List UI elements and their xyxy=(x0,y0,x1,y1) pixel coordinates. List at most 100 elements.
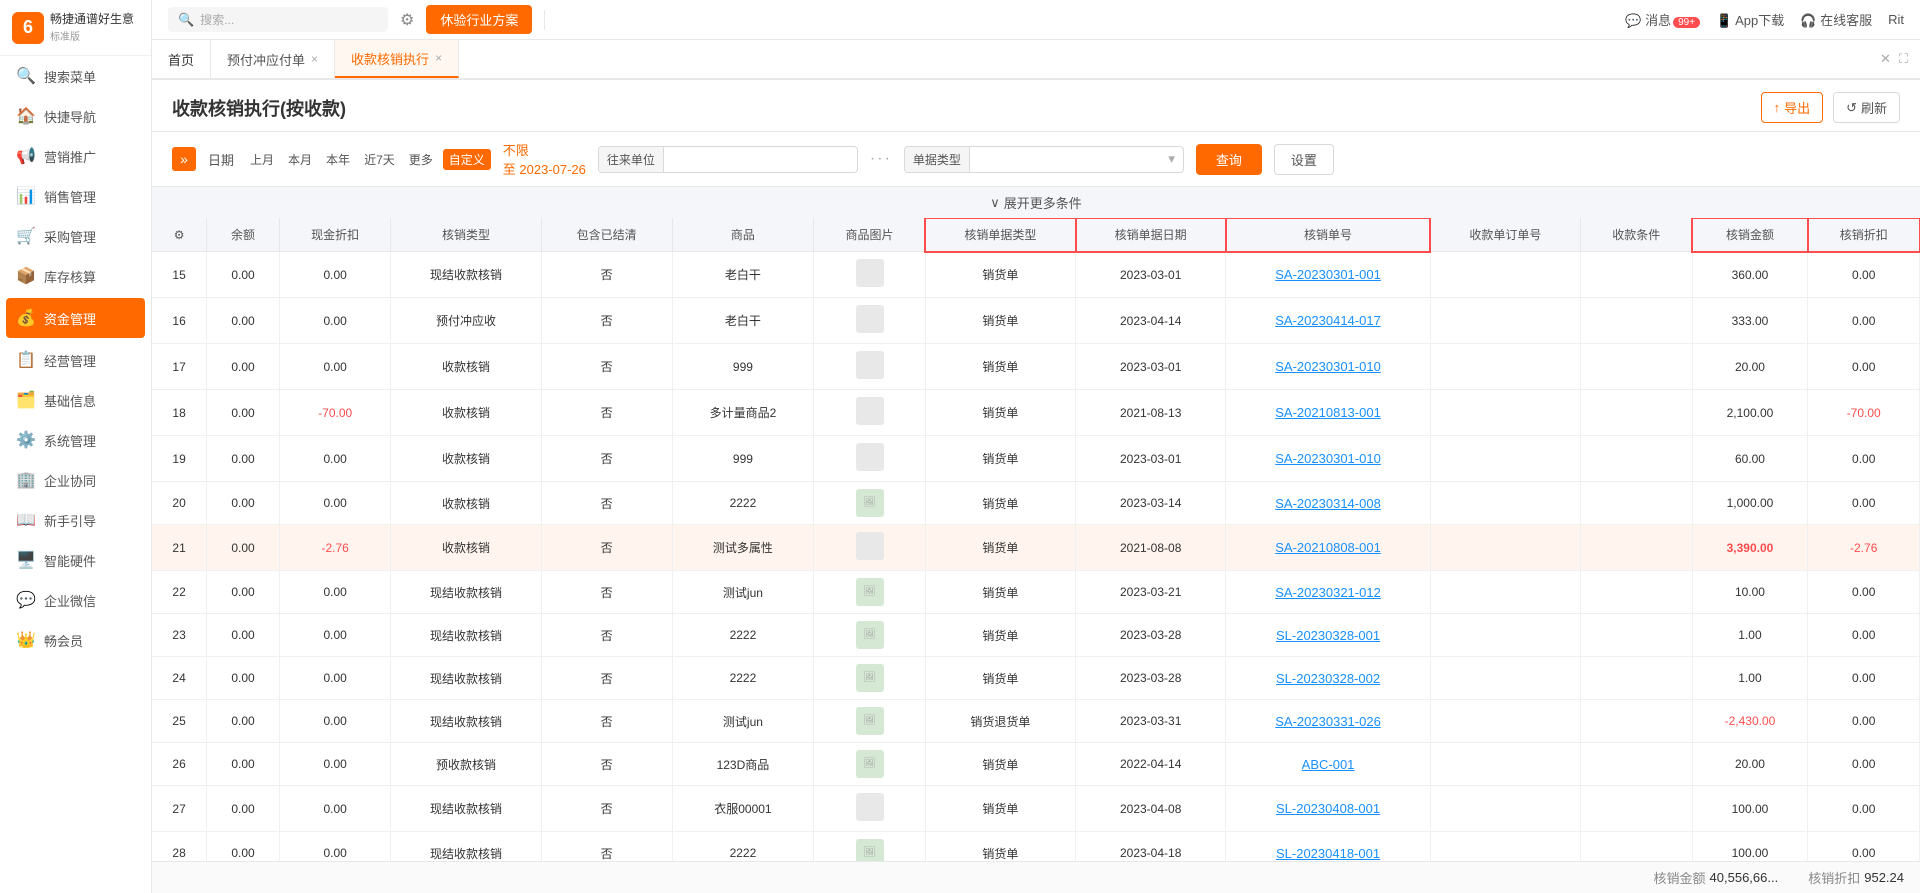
cell-cancel-bill-no[interactable]: SL-20230328-002 xyxy=(1226,657,1430,700)
enterprise-label: 企业协同 xyxy=(44,471,96,490)
gear-icon[interactable]: ⚙ xyxy=(400,10,414,30)
cell-cancel-bill-no[interactable]: SA-20230301-010 xyxy=(1226,436,1430,482)
tab-home[interactable]: 首页 xyxy=(152,40,211,78)
filter-expand-btn[interactable]: » xyxy=(172,147,196,171)
cell-cancel-bill-no[interactable]: SA-20230321-012 xyxy=(1226,571,1430,614)
expand-more-btn[interactable]: ∨ 展开更多条件 xyxy=(990,193,1082,212)
business-label: 经营管理 xyxy=(44,351,96,370)
cell-cancel-bill-no[interactable]: SL-20230328-001 xyxy=(1226,614,1430,657)
expand-more-bar: ∨ 展开更多条件 xyxy=(152,187,1920,218)
bill-no-link[interactable]: SA-20230301-001 xyxy=(1275,267,1381,282)
cell-include-settled: 否 xyxy=(541,436,672,482)
sidebar-item-finance[interactable]: 💰 资金管理 xyxy=(6,298,145,338)
cell-balance: 0.00 xyxy=(207,832,280,862)
refresh-btn[interactable]: ↺ 刷新 xyxy=(1833,92,1900,123)
sidebar-item-system[interactable]: ⚙️ 系统管理 xyxy=(0,420,151,460)
cell-cash-discount: 0.00 xyxy=(279,571,391,614)
cell-cancel-bill-no[interactable]: SA-20230414-017 xyxy=(1226,298,1430,344)
cell-receipt-order-no xyxy=(1430,832,1580,862)
online-service[interactable]: 🎧 在线客服 xyxy=(1800,10,1872,29)
sidebar-item-quicknav[interactable]: 🏠 快捷导航 xyxy=(0,96,151,136)
tab-collection-close[interactable]: × xyxy=(435,51,442,65)
cell-goods-image: 🖼 xyxy=(814,743,926,786)
cell-cancel-bill-date: 2021-08-08 xyxy=(1076,525,1226,571)
date-btn-more[interactable]: 更多 xyxy=(405,149,437,170)
date-btn-this-month[interactable]: 本月 xyxy=(284,149,316,170)
sidebar-item-search[interactable]: 🔍 搜索菜单 xyxy=(0,56,151,96)
user-name[interactable]: Rit xyxy=(1888,12,1904,27)
bill-no-link[interactable]: SL-20230408-001 xyxy=(1276,801,1380,816)
app-download[interactable]: 📱 App下载 xyxy=(1716,10,1784,29)
industry-btn[interactable]: 休验行业方案 xyxy=(426,5,532,34)
sidebar-item-wechat[interactable]: 💬 企业微信 xyxy=(0,580,151,620)
bill-no-link[interactable]: SL-20230418-001 xyxy=(1276,846,1380,861)
bill-no-link[interactable]: SA-20230314-008 xyxy=(1275,496,1381,511)
sidebar-item-purchase[interactable]: 🛒 采购管理 xyxy=(0,216,151,256)
cell-cash-discount: 0.00 xyxy=(279,832,391,862)
date-btn-this-year[interactable]: 本年 xyxy=(322,149,354,170)
sidebar-item-basic[interactable]: 🗂️ 基础信息 xyxy=(0,380,151,420)
message-icon[interactable]: 💬 消息99+ xyxy=(1625,10,1700,29)
sales-icon: 📊 xyxy=(16,186,36,206)
single-type-input[interactable] xyxy=(970,148,1160,170)
topbar-search-box[interactable]: 🔍 搜索... xyxy=(168,7,388,32)
tab-close-all-icon[interactable]: ✕ xyxy=(1880,51,1891,67)
bill-no-link[interactable]: SA-20230414-017 xyxy=(1275,313,1381,328)
bill-no-link[interactable]: SA-20230301-010 xyxy=(1275,359,1381,374)
date-btn-last-month[interactable]: 上月 xyxy=(246,149,278,170)
cell-cancel-bill-no[interactable]: SA-20230314-008 xyxy=(1226,482,1430,525)
cell-cancel-bill-no[interactable]: ABC-001 xyxy=(1226,743,1430,786)
single-type-dropdown-icon[interactable]: ▾ xyxy=(1160,151,1183,167)
bill-no-link[interactable]: SA-20230321-012 xyxy=(1275,585,1381,600)
cell-cancel-bill-no[interactable]: SL-20230418-001 xyxy=(1226,832,1430,862)
cell-cancel-bill-no[interactable]: SA-20230331-026 xyxy=(1226,700,1430,743)
cell-seq: 20 xyxy=(152,482,207,525)
setting-btn[interactable]: 设置 xyxy=(1274,144,1334,175)
goods-img xyxy=(856,443,884,471)
cell-cancel-amount: -2,430.00 xyxy=(1692,700,1808,743)
query-btn[interactable]: 查询 xyxy=(1196,144,1262,175)
bill-no-link[interactable]: SA-20210813-001 xyxy=(1275,405,1381,420)
cell-balance: 0.00 xyxy=(207,700,280,743)
cell-cancel-bill-no[interactable]: SA-20210808-001 xyxy=(1226,525,1430,571)
cell-cancel-bill-no[interactable]: SL-20230408-001 xyxy=(1226,786,1430,832)
bill-no-link[interactable]: SA-20230301-010 xyxy=(1275,451,1381,466)
col-balance: 余额 xyxy=(207,218,280,252)
sidebar-item-business[interactable]: 📋 经营管理 xyxy=(0,340,151,380)
cell-seq: 19 xyxy=(152,436,207,482)
export-btn[interactable]: ↑ 导出 xyxy=(1761,92,1824,123)
sidebar-item-enterprise[interactable]: 🏢 企业协同 xyxy=(0,460,151,500)
cell-cancel-bill-no[interactable]: SA-20230301-010 xyxy=(1226,344,1430,390)
sidebar-item-member[interactable]: 👑 畅会员 xyxy=(0,620,151,660)
from-unit-input[interactable] xyxy=(664,148,857,170)
tab-expand-icon[interactable]: ⛶ xyxy=(1899,51,1908,67)
table-row: 16 0.00 0.00 预付冲应收 否 老白干 销货单 2023-04-14 … xyxy=(152,298,1920,344)
cell-receipt-order-no xyxy=(1430,786,1580,832)
bill-no-link[interactable]: SA-20210808-001 xyxy=(1275,540,1381,555)
sidebar-item-marketing[interactable]: 📢 营销推广 xyxy=(0,136,151,176)
inventory-label: 库存核算 xyxy=(44,267,96,286)
system-label: 系统管理 xyxy=(44,431,96,450)
bill-no-link[interactable]: ABC-001 xyxy=(1302,757,1355,772)
bill-no-link[interactable]: SA-20230331-026 xyxy=(1275,714,1381,729)
cell-cash-discount: 0.00 xyxy=(279,482,391,525)
sidebar-item-sales[interactable]: 📊 销售管理 xyxy=(0,176,151,216)
date-btn-custom[interactable]: 自定义 xyxy=(443,149,491,170)
cell-receipt-condition xyxy=(1581,298,1693,344)
cell-cancel-bill-no[interactable]: SA-20210813-001 xyxy=(1226,390,1430,436)
date-options: 上月 本月 本年 近7天 更多 自定义 xyxy=(246,149,491,170)
col-settings[interactable]: ⚙ xyxy=(152,218,207,252)
bill-no-link[interactable]: SL-20230328-002 xyxy=(1276,671,1380,686)
bill-no-link[interactable]: SL-20230328-001 xyxy=(1276,628,1380,643)
sidebar-item-hardware[interactable]: 🖥️ 智能硬件 xyxy=(0,540,151,580)
cell-goods: 衣服00001 xyxy=(672,786,814,832)
cell-cancel-discount: -70.00 xyxy=(1808,390,1920,436)
sidebar-item-inventory[interactable]: 📦 库存核算 xyxy=(0,256,151,296)
date-btn-7days[interactable]: 近7天 xyxy=(360,149,399,170)
cell-cancel-bill-no[interactable]: SA-20230301-001 xyxy=(1226,252,1430,298)
cell-cash-discount: 0.00 xyxy=(279,436,391,482)
sidebar-item-guide[interactable]: 📖 新手引导 xyxy=(0,500,151,540)
tab-collection[interactable]: 收款核销执行 × xyxy=(335,40,459,78)
tab-prepay-close[interactable]: × xyxy=(311,52,318,66)
tab-prepay[interactable]: 预付冲应付单 × xyxy=(211,40,335,78)
